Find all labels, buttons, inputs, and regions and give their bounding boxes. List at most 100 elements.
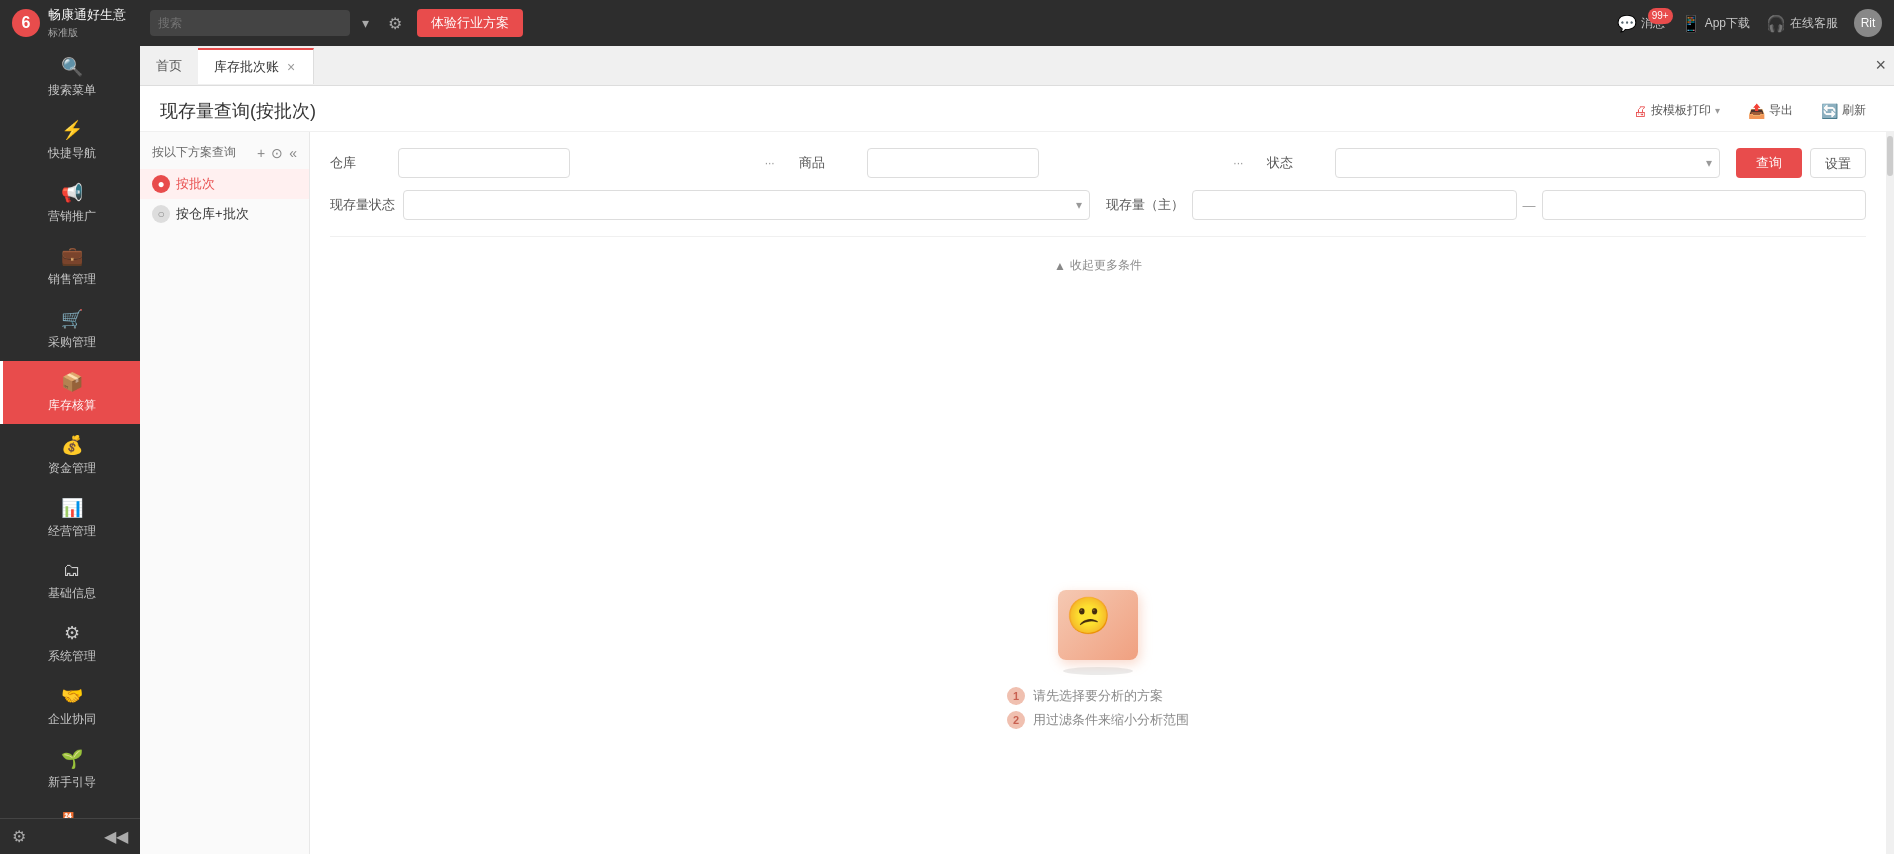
stock-main-field: 现存量（主） —: [1106, 190, 1866, 220]
appstore-icon: 🏪: [61, 811, 83, 818]
sidebar-collapse-btn[interactable]: ◀◀: [104, 827, 128, 846]
search-input[interactable]: [150, 10, 350, 36]
status-field: 状态 在库 已出库: [1267, 148, 1720, 178]
empty-state: 😕 1 请先选择要分析的方案 2 用过滤条件来缩小分析范围: [310, 449, 1886, 854]
filter-divider: [330, 236, 1866, 237]
sidebar: 🔍 搜索菜单 ⚡ 快捷导航 📢 营销推广 💼 销售管理 🛒 采购管理 📦: [0, 46, 140, 854]
range-separator: —: [1523, 198, 1536, 213]
system-icon: ⚙: [64, 622, 80, 644]
sidebar-item-enterprise[interactable]: 🤝 企业协同: [0, 675, 140, 738]
scheme-settings-btn[interactable]: ⊙: [271, 145, 283, 161]
online-service-btn[interactable]: 🎧 在线客服: [1766, 14, 1838, 33]
app-version: 标准版: [48, 26, 126, 40]
sidebar-item-marketing[interactable]: 📢 营销推广: [0, 172, 140, 235]
tab-close-btn[interactable]: ×: [285, 60, 297, 74]
warehouse-more-icon[interactable]: ···: [765, 156, 775, 170]
empty-tip-2: 2 用过滤条件来缩小分析范围: [1007, 711, 1189, 729]
refresh-icon: 🔄: [1821, 103, 1838, 119]
page-close-btn[interactable]: ×: [1867, 55, 1894, 76]
settings-icon: ⚙: [388, 14, 402, 33]
goods-input[interactable]: [867, 148, 1039, 178]
sidebar-item-ops[interactable]: 📊 经营管理: [0, 487, 140, 550]
filter-area: 按以下方案查询 + ⊙ « ● 按批次 ○ 按仓库+批次: [140, 132, 1894, 854]
status-select-wrapper: 在库 已出库: [1335, 148, 1720, 178]
tip-num-2: 2: [1007, 711, 1025, 729]
sidebar-item-appstore[interactable]: 🏪 应用中心: [0, 801, 140, 818]
sidebar-item-label: 基础信息: [48, 585, 96, 602]
stock-status-select[interactable]: 有存量 无存量: [403, 190, 1090, 220]
page-content: 现存量查询(按批次) 🖨 按模板打印 ▾ 📤 导出 🔄 刷新: [140, 86, 1894, 854]
scheme-icon-inactive: ○: [152, 205, 170, 223]
goods-more-icon[interactable]: ···: [1233, 156, 1243, 170]
scheme-collapse-btn[interactable]: «: [289, 145, 297, 161]
sidebar-item-finance[interactable]: 💰 资金管理: [0, 424, 140, 487]
collapse-label: 收起更多条件: [1070, 257, 1142, 274]
sidebar-item-sales[interactable]: 💼 销售管理: [0, 235, 140, 298]
page-header: 现存量查询(按批次) 🖨 按模板打印 ▾ 📤 导出 🔄 刷新: [140, 86, 1894, 132]
stock-status-label: 现存量状态: [330, 196, 395, 214]
scheme-panel-header: 按以下方案查询 + ⊙ «: [140, 140, 309, 169]
scheme-item-warehouse-batch[interactable]: ○ 按仓库+批次: [140, 199, 309, 229]
right-scrollbar[interactable]: [1886, 132, 1894, 854]
tab-inventory-batch[interactable]: 库存批次账 ×: [198, 48, 314, 84]
topbar-settings-btn[interactable]: ⚙: [381, 9, 409, 37]
user-avatar[interactable]: Rit: [1854, 9, 1882, 37]
main-layout: 🔍 搜索菜单 ⚡ 快捷导航 📢 营销推广 💼 销售管理 🛒 采购管理 📦: [0, 46, 1894, 854]
stock-status-field: 现存量状态 有存量 无存量: [330, 190, 1090, 220]
message-icon: 💬: [1617, 14, 1637, 33]
stock-main-to[interactable]: [1542, 190, 1867, 220]
scheme-item-batch[interactable]: ● 按批次: [140, 169, 309, 199]
topbar-actions: 💬 消息 99+ 📱 App下载 🎧 在线客服 Rit: [1617, 9, 1882, 37]
content-area: 首页 库存批次账 × × 现存量查询(按批次) 🖨 按模板打印 ▾: [140, 46, 1894, 854]
warehouse-input[interactable]: [398, 148, 570, 178]
app-download-btn[interactable]: 📱 App下载: [1681, 14, 1750, 33]
stock-main-from[interactable]: [1192, 190, 1517, 220]
warehouse-label: 仓库: [330, 154, 390, 172]
sidebar-item-label: 营销推广: [48, 208, 96, 225]
sales-icon: 💼: [61, 245, 83, 267]
empty-tip-1: 1 请先选择要分析的方案: [1007, 687, 1189, 705]
empty-illustration: 😕: [1048, 575, 1148, 675]
messages-badge: 99+: [1648, 8, 1673, 24]
shortcut-icon: ⚡: [61, 119, 83, 141]
tip-text-2: 用过滤条件来缩小分析范围: [1033, 711, 1189, 729]
sidebar-settings-btn[interactable]: ⚙: [12, 827, 26, 846]
search-dropdown-btn[interactable]: ▾: [358, 15, 373, 31]
query-btn[interactable]: 查询: [1736, 148, 1802, 178]
scheme-add-btn[interactable]: +: [257, 145, 265, 161]
print-btn[interactable]: 🖨 按模板打印 ▾: [1625, 98, 1728, 123]
status-select[interactable]: 在库 已出库: [1335, 148, 1720, 178]
sidebar-item-label: 快捷导航: [48, 145, 96, 162]
sidebar-item-basic[interactable]: 🗂 基础信息: [0, 550, 140, 612]
sidebar-item-inventory[interactable]: 📦 库存核算: [0, 361, 140, 424]
print-icon: 🖨: [1633, 103, 1647, 119]
sidebar-item-search[interactable]: 🔍 搜索菜单: [0, 46, 140, 109]
headset-icon: 🎧: [1766, 14, 1786, 33]
sidebar-item-guide[interactable]: 🌱 新手引导: [0, 738, 140, 801]
sidebar-item-label: 企业协同: [48, 711, 96, 728]
sidebar-item-shortcut[interactable]: ⚡ 快捷导航: [0, 109, 140, 172]
sidebar-item-purchase[interactable]: 🛒 采购管理: [0, 298, 140, 361]
sidebar-item-system[interactable]: ⚙ 系统管理: [0, 612, 140, 675]
guide-icon: 🌱: [61, 748, 83, 770]
filter-settings-btn[interactable]: 设置: [1810, 148, 1866, 178]
refresh-btn[interactable]: 🔄 刷新: [1813, 98, 1874, 123]
finance-icon: 💰: [61, 434, 83, 456]
sidebar-item-label: 采购管理: [48, 334, 96, 351]
filter-row-2: 现存量状态 有存量 无存量 现存量（主）: [330, 190, 1866, 220]
messages-btn[interactable]: 💬 消息 99+: [1617, 14, 1665, 33]
app-title-area: 畅康通好生意 标准版: [48, 6, 126, 40]
sidebar-item-label: 搜索菜单: [48, 82, 96, 99]
filter-form-col: 仓库 ··· 商品 ···: [310, 132, 1886, 854]
export-btn[interactable]: 📤 导出: [1740, 98, 1801, 123]
scheme-panel: 按以下方案查询 + ⊙ « ● 按批次 ○ 按仓库+批次: [140, 132, 310, 854]
warehouse-input-wrapper: ···: [398, 148, 783, 178]
goods-field: 商品 ···: [799, 148, 1252, 178]
page-header-actions: 🖨 按模板打印 ▾ 📤 导出 🔄 刷新: [1625, 98, 1874, 123]
scheme-panel-title: 按以下方案查询: [152, 144, 236, 161]
collapse-row[interactable]: ▲ 收起更多条件: [330, 253, 1866, 278]
trial-btn[interactable]: 体验行业方案: [417, 9, 523, 37]
inventory-icon: 📦: [61, 371, 83, 393]
empty-shadow: [1063, 667, 1133, 675]
tab-home[interactable]: 首页: [140, 49, 198, 83]
